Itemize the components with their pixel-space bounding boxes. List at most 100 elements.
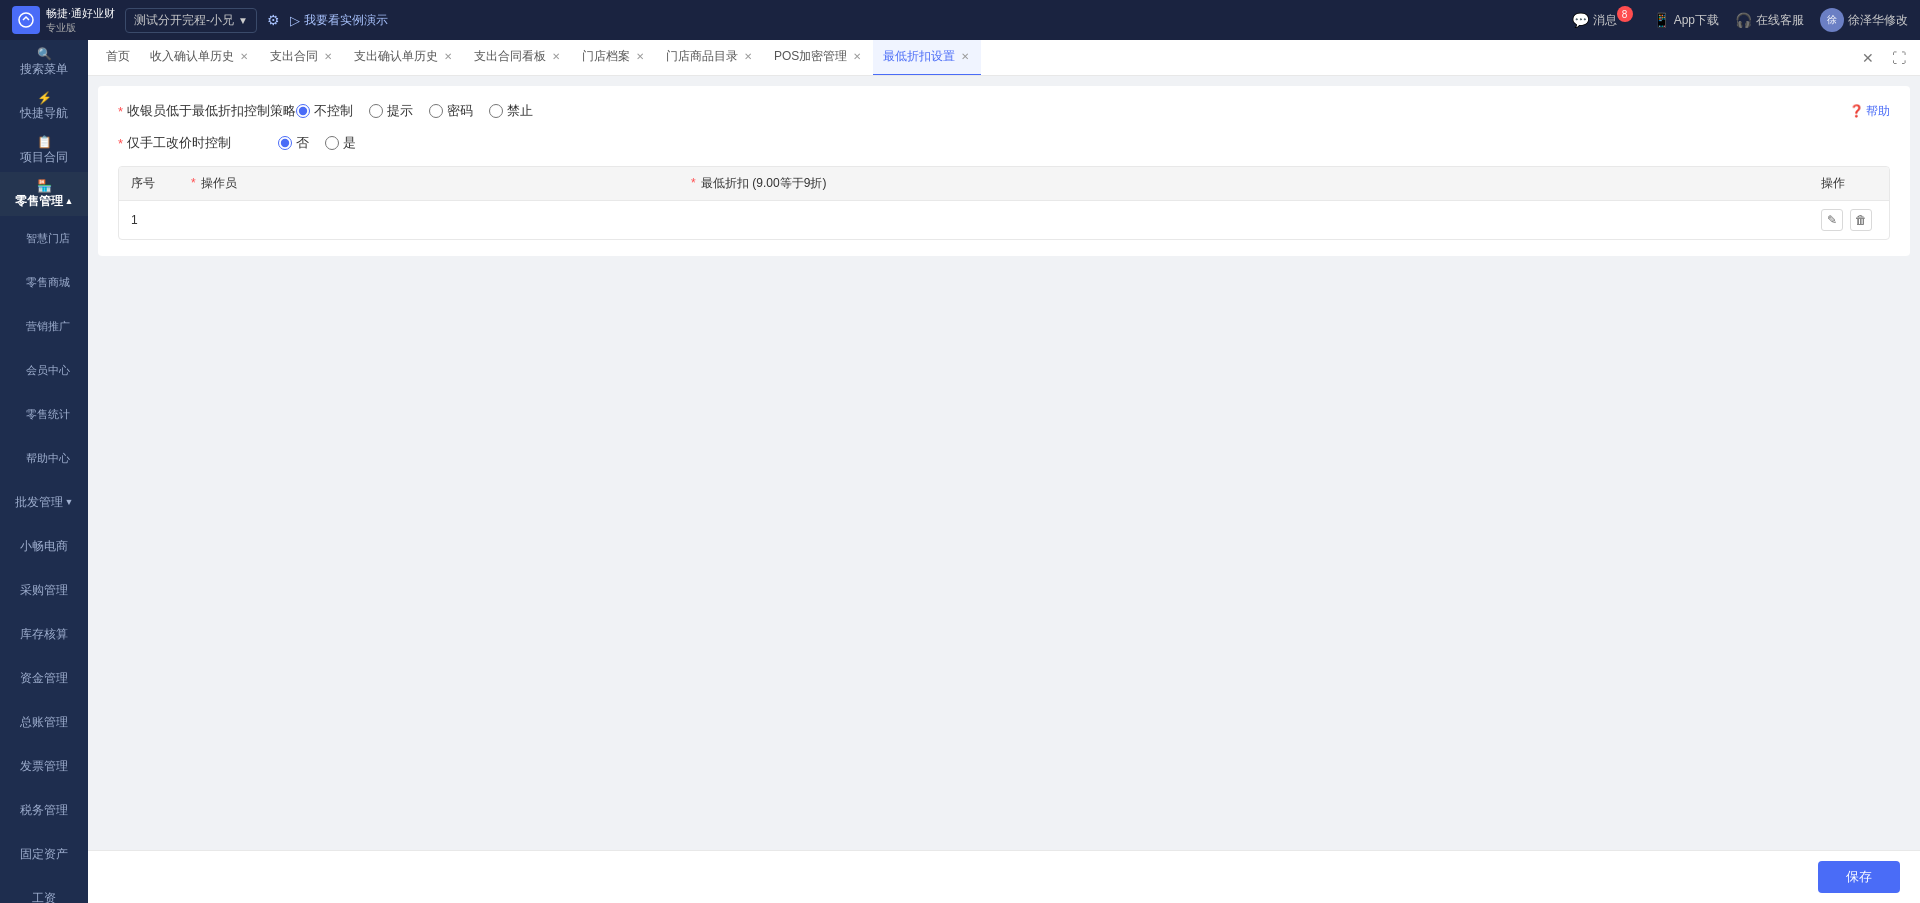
tab-pos-password-mgmt[interactable]: POS加密管理 ✕: [764, 40, 873, 76]
help-icon: ❓: [1849, 104, 1864, 118]
sidebar-item-member-center[interactable]: 会员中心: [0, 348, 88, 392]
search-icon: 🔍: [37, 47, 52, 61]
sidebar-item-retail-mall[interactable]: 零售商城: [0, 260, 88, 304]
settings-icon[interactable]: ⚙: [267, 12, 280, 28]
th-discount: * 最低折扣 (9.00等于9折): [679, 167, 1809, 201]
retail-icon: 🏪: [37, 179, 52, 193]
radio-input-password[interactable]: [429, 104, 443, 118]
message-icon: 💬: [1572, 12, 1589, 28]
retail-arrow-icon: ▲: [65, 196, 74, 206]
tab-close-store-product-catalog[interactable]: ✕: [742, 50, 754, 63]
sidebar-item-retail-stats[interactable]: 零售统计: [0, 392, 88, 436]
logo-text: 畅捷·通好业财 专业版: [46, 6, 115, 33]
sidebar-item-inventory[interactable]: 库存核算: [0, 612, 88, 656]
radio-no[interactable]: 否: [278, 134, 309, 152]
manual-price-label: * 仅手工改价时控制: [118, 134, 278, 152]
tab-income-confirm-history[interactable]: 收入确认单历史 ✕: [140, 40, 260, 76]
sidebar-item-finance[interactable]: 资金管理: [0, 656, 88, 700]
sidebar-item-ecommerce[interactable]: 小畅电商: [0, 524, 88, 568]
tab-payment-contract-board[interactable]: 支出合同看板 ✕: [464, 40, 572, 76]
sidebar-item-purchase-mgmt[interactable]: 采购管理: [0, 568, 88, 612]
avatar: 徐: [1820, 8, 1844, 32]
header-right: 💬 消息 8 📱 App下载 🎧 在线客服 徐 徐泽华修改: [1572, 8, 1908, 32]
radio-prompt[interactable]: 提示: [369, 102, 413, 120]
radio-input-yes[interactable]: [325, 136, 339, 150]
tab-close-store-file[interactable]: ✕: [634, 50, 646, 63]
table-row: 1 ✎ 🗑: [119, 201, 1889, 240]
sidebar-item-salary[interactable]: 工资: [0, 876, 88, 903]
required-star-2: *: [118, 136, 123, 151]
user-action[interactable]: 徐 徐泽华修改: [1820, 8, 1908, 32]
radio-input-forbidden[interactable]: [489, 104, 503, 118]
project-selector[interactable]: 测试分开完程-小兄 ▼: [125, 8, 257, 33]
row-edit-btn[interactable]: ✎: [1821, 209, 1843, 231]
svg-point-0: [19, 13, 33, 27]
radio-forbidden[interactable]: 禁止: [489, 102, 533, 120]
tab-close-payment-contract[interactable]: ✕: [322, 50, 334, 63]
tab-close-all-btn[interactable]: ✕: [1856, 48, 1880, 68]
message-badge: 8: [1617, 6, 1633, 22]
project-name: 测试分开完程-小兄: [134, 12, 234, 29]
tab-payment-contract[interactable]: 支出合同 ✕: [260, 40, 344, 76]
discount-table: 序号 * 操作员 * 最低折扣 (9.00等于9折): [119, 167, 1889, 239]
page-content: * 收银员低于最低折扣控制策略 不控制 提示: [88, 76, 1920, 850]
tab-close-payment-confirm-history[interactable]: ✕: [442, 50, 454, 63]
radio-input-no-control[interactable]: [296, 104, 310, 118]
quick-nav-icon: ⚡: [37, 91, 52, 105]
radio-input-prompt[interactable]: [369, 104, 383, 118]
cell-operator: [179, 201, 679, 240]
app-download-action[interactable]: 📱 App下载: [1653, 12, 1719, 29]
sidebar-item-invoice-mgmt[interactable]: 发票管理: [0, 744, 88, 788]
sidebar-item-project-contract[interactable]: 📋 项目合同: [0, 128, 88, 172]
sidebar-item-retail-mgmt[interactable]: 🏪 零售管理 ▲: [0, 172, 88, 216]
th-operator: * 操作员: [179, 167, 679, 201]
th-discount-required: *: [691, 176, 696, 190]
sidebar-item-marketing[interactable]: 营销推广: [0, 304, 88, 348]
header-left: 畅捷·通好业财 专业版 测试分开完程-小兄 ▼ ⚙ ▷ 我要看实例演示: [12, 6, 388, 34]
tab-min-discount-settings[interactable]: 最低折扣设置 ✕: [873, 40, 981, 76]
tab-close-min-discount-settings[interactable]: ✕: [959, 50, 971, 63]
th-seq: 序号: [119, 167, 179, 201]
radio-password[interactable]: 密码: [429, 102, 473, 120]
demo-link[interactable]: ▷ 我要看实例演示: [290, 12, 388, 29]
sidebar-item-tax-mgmt[interactable]: 税务管理: [0, 788, 88, 832]
sidebar-item-help-center[interactable]: 帮助中心: [0, 436, 88, 480]
tab-bar-actions: ✕ ⛶: [1856, 48, 1912, 68]
sidebar-item-smart-store[interactable]: 智慧门店: [0, 216, 88, 260]
radio-yes[interactable]: 是: [325, 134, 356, 152]
manual-price-radio-group: 否 是: [278, 134, 356, 152]
sidebar-item-quick-nav[interactable]: ⚡ 快捷导航: [0, 84, 88, 128]
sidebar-item-fixed-assets[interactable]: 固定资产: [0, 832, 88, 876]
tab-expand-btn[interactable]: ⛶: [1886, 48, 1912, 68]
tab-close-income-confirm-history[interactable]: ✕: [238, 50, 250, 63]
play-icon: ▷: [290, 13, 300, 28]
tab-payment-confirm-history[interactable]: 支出确认单历史 ✕: [344, 40, 464, 76]
message-action[interactable]: 💬 消息 8: [1572, 12, 1637, 29]
tab-home[interactable]: 首页: [96, 40, 140, 76]
cell-actions: ✎ 🗑: [1809, 201, 1889, 240]
sidebar-item-accounting[interactable]: 总账管理: [0, 700, 88, 744]
save-button[interactable]: 保存: [1818, 861, 1900, 893]
sidebar-item-wholesale-mgmt[interactable]: 批发管理 ▼: [0, 480, 88, 524]
logo-area: 畅捷·通好业财 专业版: [12, 6, 115, 34]
help-link[interactable]: ❓ 帮助: [1849, 103, 1890, 120]
radio-input-no[interactable]: [278, 136, 292, 150]
top-header: 畅捷·通好业财 专业版 测试分开完程-小兄 ▼ ⚙ ▷ 我要看实例演示 💬 消息…: [0, 0, 1920, 40]
sidebar-item-search-menu[interactable]: 🔍 搜索菜单: [0, 40, 88, 84]
tab-close-payment-contract-board[interactable]: ✕: [550, 50, 562, 63]
manual-price-row: * 仅手工改价时控制 否 是: [118, 134, 1890, 152]
tab-store-product-catalog[interactable]: 门店商品目录 ✕: [656, 40, 764, 76]
wholesale-arrow-icon: ▼: [65, 497, 74, 507]
cell-seq: 1: [119, 201, 179, 240]
tab-store-file[interactable]: 门店档案 ✕: [572, 40, 656, 76]
row-delete-btn[interactable]: 🗑: [1850, 209, 1872, 231]
online-service-action[interactable]: 🎧 在线客服: [1735, 12, 1804, 29]
radio-no-control[interactable]: 不控制: [296, 102, 353, 120]
cell-discount: [679, 201, 1809, 240]
th-operator-required: *: [191, 176, 196, 190]
main-layout: 🔍 搜索菜单 ⚡ 快捷导航 📋 项目合同 🏪 零售管理 ▲ 智慧门店 零售商城 …: [0, 40, 1920, 903]
tab-close-pos-password-mgmt[interactable]: ✕: [851, 50, 863, 63]
control-strategy-radio-group: 不控制 提示 密码 禁止: [296, 102, 533, 120]
bottom-bar: 保存: [88, 850, 1920, 903]
th-actions: 操作: [1809, 167, 1889, 201]
